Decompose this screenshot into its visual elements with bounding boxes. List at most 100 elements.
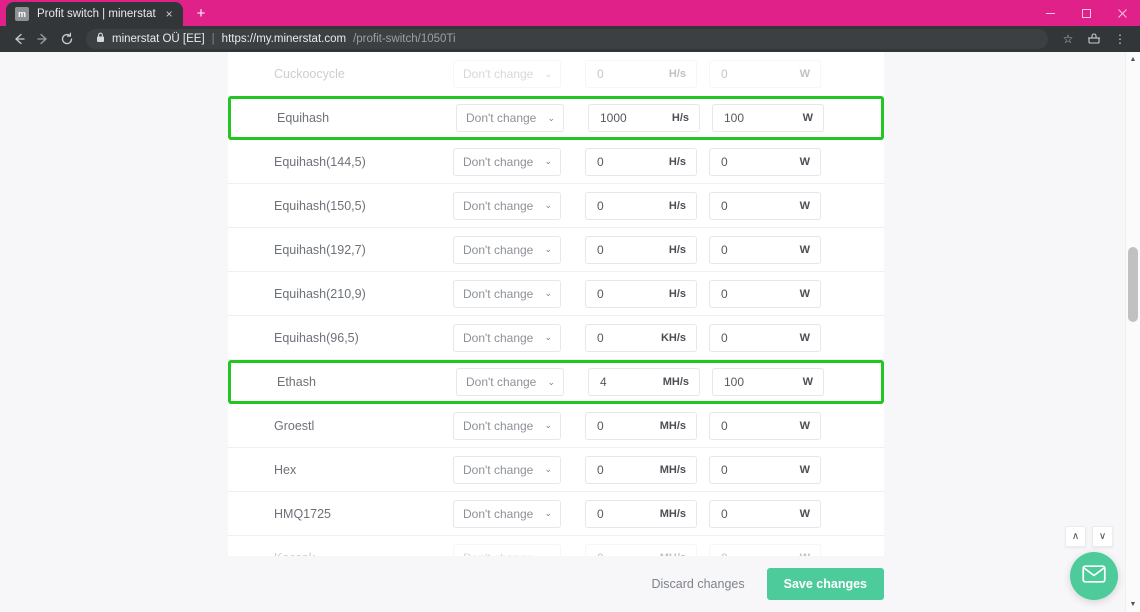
mode-select-value: Don't change xyxy=(463,462,534,477)
back-icon[interactable] xyxy=(8,28,30,50)
url-origin: https://my.minerstat.com xyxy=(221,33,347,45)
tab-favicon: m xyxy=(15,7,29,21)
mode-select[interactable]: Don't change ⌄ xyxy=(453,60,561,88)
hashrate-input[interactable]: 0 H/s xyxy=(585,60,697,88)
hashrate-input[interactable]: 0 KH/s xyxy=(585,323,697,352)
page-scrollbar[interactable]: ▲ ▼ xyxy=(1125,52,1140,612)
mode-select[interactable]: Don't change ⌄ xyxy=(453,323,561,352)
chevron-down-icon: ⌄ xyxy=(544,420,552,430)
browser-titlebar: m Profit switch | minerstat × + xyxy=(0,0,1140,26)
table-row: Ethash Don't change ⌄ 4 MH/s 100 W xyxy=(228,360,884,404)
close-icon[interactable]: × xyxy=(164,8,175,20)
hashrate-input[interactable]: 0 MH/s xyxy=(585,455,697,484)
hashrate-unit: H/s xyxy=(671,112,689,124)
power-input[interactable]: 0W xyxy=(709,411,821,440)
site-identity: minerstat OÜ [EE] xyxy=(112,33,205,45)
power-input[interactable]: 0W xyxy=(709,499,821,528)
power-value: 0 xyxy=(721,67,728,81)
algorithm-label: Equihash(210,9) xyxy=(274,286,366,301)
hashrate-input[interactable]: 0 MH/s xyxy=(585,499,697,528)
power-unit: W xyxy=(802,376,813,388)
browser-tab[interactable]: m Profit switch | minerstat × xyxy=(6,2,183,26)
algorithm-label: Hex xyxy=(274,462,297,477)
hashrate-input[interactable]: 1000 H/s xyxy=(588,104,700,132)
new-tab-button[interactable]: + xyxy=(193,6,210,21)
hashrate-value: 0 xyxy=(597,462,604,477)
mode-select[interactable]: Don't change ⌄ xyxy=(453,499,561,528)
scrollbar-up-arrow[interactable]: ▲ xyxy=(1126,52,1140,67)
mode-select[interactable]: Don't change ⌄ xyxy=(453,279,561,308)
table-row: Equihash(144,5) Don't change ⌄ 0 H/s 0 W xyxy=(228,140,884,184)
bookmark-star-icon[interactable]: ☆ xyxy=(1056,28,1080,50)
chevron-down-icon: ⌄ xyxy=(547,112,555,123)
address-bar[interactable]: minerstat OÜ [EE] | https://my.minerstat… xyxy=(86,29,1048,49)
hashrate-input[interactable]: 0 H/s xyxy=(585,191,697,220)
power-input[interactable]: 100 W xyxy=(712,368,824,396)
save-changes-button[interactable]: Save changes xyxy=(766,568,884,600)
page-viewport: Cuckoocycle Don't change ⌄ 0 H/s 0 W Equihash Do… xyxy=(0,52,1140,612)
power-input[interactable]: 0W xyxy=(709,323,821,352)
window-controls xyxy=(1032,0,1140,26)
browser-menu-icon[interactable]: ⋮ xyxy=(1108,28,1132,50)
power-input[interactable]: 0W xyxy=(709,60,821,88)
hashrate-unit: KH/s xyxy=(660,331,686,344)
table-row: Equihash(96,5) Don't change ⌄ 0 KH/s 0 W xyxy=(228,316,884,360)
hashrate-unit: MH/s xyxy=(659,419,686,432)
chevron-down-icon: ⌄ xyxy=(544,464,552,474)
scrollbar-thumb[interactable] xyxy=(1128,247,1138,322)
chat-support-button[interactable] xyxy=(1070,552,1118,600)
power-input[interactable]: 0W xyxy=(709,279,821,308)
algorithm-label: Equihash xyxy=(277,111,330,125)
table-row: Equihash(210,9) Don't change ⌄ 0 H/s 0 W xyxy=(228,272,884,316)
hashrate-input[interactable]: 0 H/s xyxy=(585,235,697,264)
power-unit: W xyxy=(799,243,810,256)
close-window-icon[interactable] xyxy=(1104,0,1140,26)
extensions-icon[interactable] xyxy=(1082,28,1106,50)
mode-select[interactable]: Don't change ⌄ xyxy=(456,368,564,396)
power-unit: W xyxy=(799,419,810,432)
mode-select-value: Don't change xyxy=(463,418,534,433)
table-row: Groestl Don't change ⌄ 0 MH/s 0 W xyxy=(228,404,884,448)
hashrate-input[interactable]: 4 MH/s xyxy=(588,368,700,396)
chevron-down-icon: ⌄ xyxy=(544,288,552,298)
maximize-icon[interactable] xyxy=(1068,0,1104,26)
chevron-down-icon: ⌄ xyxy=(544,156,552,166)
scroll-down-icon[interactable]: ∨ xyxy=(1092,526,1113,547)
reload-icon[interactable] xyxy=(56,28,78,50)
mode-select[interactable]: Don't change ⌄ xyxy=(453,455,561,484)
scrollbar-down-arrow[interactable]: ▼ xyxy=(1126,597,1140,612)
mode-select[interactable]: Don't change ⌄ xyxy=(453,191,561,220)
power-value: 100 xyxy=(724,111,745,125)
hashrate-input[interactable]: 0 H/s xyxy=(585,147,697,176)
power-unit: W xyxy=(799,507,810,520)
discard-changes-button[interactable]: Discard changes xyxy=(652,577,745,591)
chevron-down-icon: ⌄ xyxy=(544,200,552,210)
algorithm-label: Equihash(144,5) xyxy=(274,154,366,169)
profit-switch-table: Cuckoocycle Don't change ⌄ 0 H/s 0 W Equihash Do… xyxy=(228,52,884,597)
minimize-icon[interactable] xyxy=(1032,0,1068,26)
table-row: Hex Don't change ⌄ 0 MH/s 0 W xyxy=(228,448,884,492)
power-value: 0 xyxy=(721,286,728,301)
hashrate-unit: H/s xyxy=(668,287,686,300)
mode-select[interactable]: Don't change ⌄ xyxy=(453,411,561,440)
tab-title: Profit switch | minerstat xyxy=(37,8,156,20)
mode-select[interactable]: Don't change ⌄ xyxy=(453,147,561,176)
scroll-up-icon[interactable]: ∧ xyxy=(1065,526,1086,547)
mode-select[interactable]: Don't change ⌄ xyxy=(453,235,561,264)
mode-select-value: Don't change xyxy=(463,67,534,81)
forward-icon[interactable] xyxy=(32,28,54,50)
page-background: Cuckoocycle Don't change ⌄ 0 H/s 0 W Equihash Do… xyxy=(0,52,1140,612)
form-footer: Discard changes Save changes xyxy=(0,556,1140,612)
power-input[interactable]: 0W xyxy=(709,147,821,176)
power-input[interactable]: 0W xyxy=(709,191,821,220)
hashrate-input[interactable]: 0 H/s xyxy=(585,279,697,308)
hashrate-input[interactable]: 0 MH/s xyxy=(585,411,697,440)
power-input[interactable]: 0W xyxy=(709,235,821,264)
power-input[interactable]: 100 W xyxy=(712,104,824,132)
power-value: 0 xyxy=(721,198,728,213)
mode-select[interactable]: Don't change ⌄ xyxy=(456,104,564,132)
tab-strip: m Profit switch | minerstat × + xyxy=(0,0,209,26)
power-input[interactable]: 0W xyxy=(709,455,821,484)
hashrate-unit: H/s xyxy=(668,243,686,256)
power-value: 100 xyxy=(724,375,745,389)
